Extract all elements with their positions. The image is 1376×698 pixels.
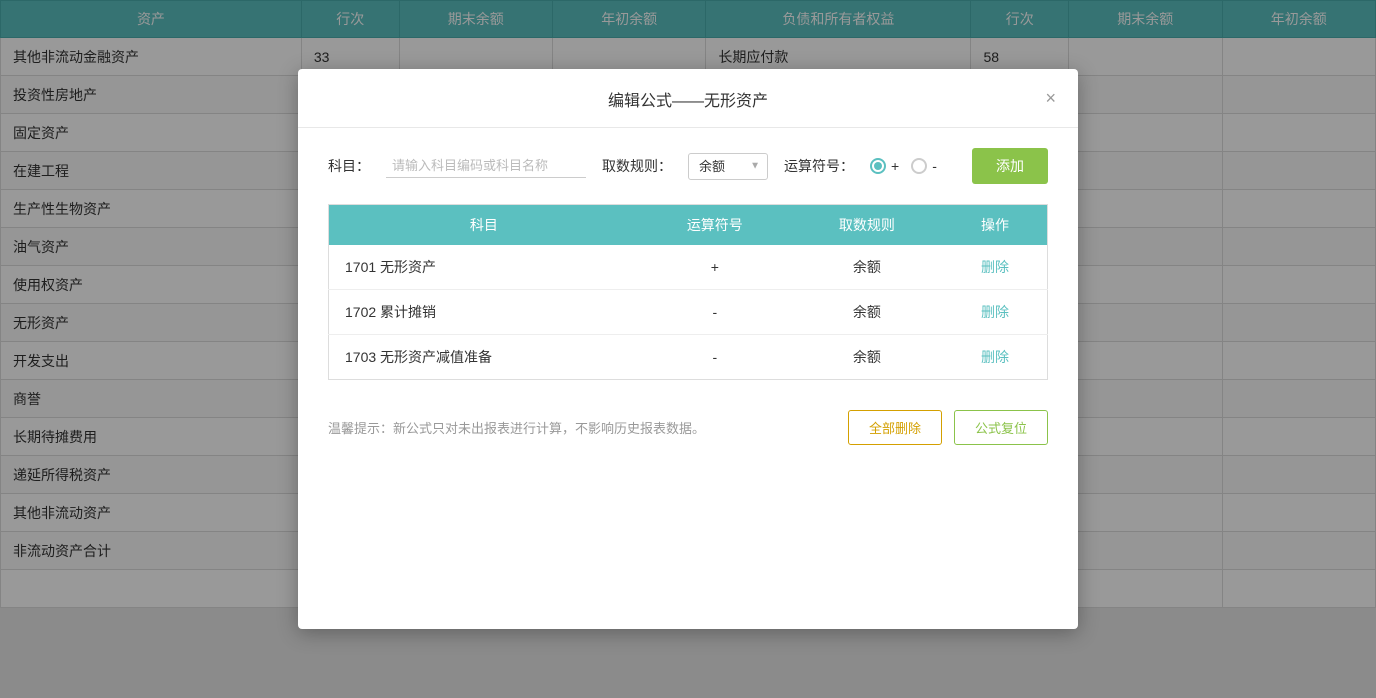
data-table-row: 1702 累计摊销-余额 删除 — [329, 290, 1048, 335]
operator-minus-radio[interactable]: - — [911, 158, 937, 174]
data-table-rule-cell: 余额 — [791, 245, 943, 290]
data-table-action-cell: 删除 — [943, 290, 1048, 335]
data-table-header-cell: 科目 — [329, 205, 639, 246]
data-table-action-cell: 删除 — [943, 245, 1048, 290]
data-table-operator-cell: - — [639, 335, 791, 380]
modal-title: 编辑公式——无形资产 — [608, 93, 768, 110]
operator-plus-radio[interactable]: + — [870, 158, 899, 174]
modal-footer: 温馨提示：新公式只对未出报表进行计算，不影响历史报表数据。 全部删除 公式复位 — [298, 400, 1078, 455]
data-table-row: 1701 无形资产+余额 删除 — [329, 245, 1048, 290]
footer-buttons: 全部删除 公式复位 — [848, 410, 1048, 445]
data-table-header-cell: 取数规则 — [791, 205, 943, 246]
data-table-rule-cell: 余额 — [791, 290, 943, 335]
rule-select-wrapper[interactable]: 余额 借方 贷方 发生额 ▼ — [688, 153, 768, 180]
data-table-header-cell: 操作 — [943, 205, 1048, 246]
rule-label: 取数规则： — [602, 156, 672, 176]
data-table-header-cell: 运算符号 — [639, 205, 791, 246]
data-table-subject-cell: 1701 无形资产 — [329, 245, 639, 290]
radio-plus-circle — [870, 158, 886, 174]
data-table-action-cell: 删除 — [943, 335, 1048, 380]
operator-radio-group: + - — [870, 158, 937, 174]
footer-hint: 温馨提示：新公式只对未出报表进行计算，不影响历史报表数据。 — [328, 418, 705, 437]
modal-overlay: 编辑公式——无形资产 × 科目： 取数规则： 余额 借方 贷方 发生额 ▼ 运算… — [0, 0, 1376, 698]
operator-minus-label: - — [932, 158, 937, 174]
rule-select[interactable]: 余额 借方 贷方 发生额 — [688, 153, 768, 180]
operator-label: 运算符号： — [784, 156, 854, 176]
reset-button[interactable]: 公式复位 — [954, 410, 1048, 445]
modal-close-button[interactable]: × — [1041, 85, 1060, 111]
delete-row-button[interactable]: 删除 — [981, 347, 1009, 367]
delete-row-button[interactable]: 删除 — [981, 257, 1009, 277]
operator-plus-label: + — [891, 158, 899, 174]
data-table: 科目运算符号取数规则操作 1701 无形资产+余额删除1702 累计摊销-余额删… — [328, 204, 1048, 380]
data-table-operator-cell: - — [639, 290, 791, 335]
data-table-row: 1703 无形资产减值准备-余额 删除 — [329, 335, 1048, 380]
modal-header: 编辑公式——无形资产 × — [298, 69, 1078, 128]
add-button[interactable]: 添加 — [972, 148, 1048, 184]
delete-all-button[interactable]: 全部删除 — [848, 410, 942, 445]
subject-input[interactable] — [386, 154, 586, 178]
data-table-wrapper: 科目运算符号取数规则操作 1701 无形资产+余额删除1702 累计摊销-余额删… — [298, 204, 1078, 380]
modal-dialog: 编辑公式——无形资产 × 科目： 取数规则： 余额 借方 贷方 发生额 ▼ 运算… — [298, 69, 1078, 629]
form-row: 科目： 取数规则： 余额 借方 贷方 发生额 ▼ 运算符号： + — [298, 128, 1078, 204]
subject-label: 科目： — [328, 156, 370, 176]
data-table-rule-cell: 余额 — [791, 335, 943, 380]
data-table-subject-cell: 1703 无形资产减值准备 — [329, 335, 639, 380]
data-table-subject-cell: 1702 累计摊销 — [329, 290, 639, 335]
data-table-operator-cell: + — [639, 245, 791, 290]
radio-minus-circle — [911, 158, 927, 174]
delete-row-button[interactable]: 删除 — [981, 302, 1009, 322]
